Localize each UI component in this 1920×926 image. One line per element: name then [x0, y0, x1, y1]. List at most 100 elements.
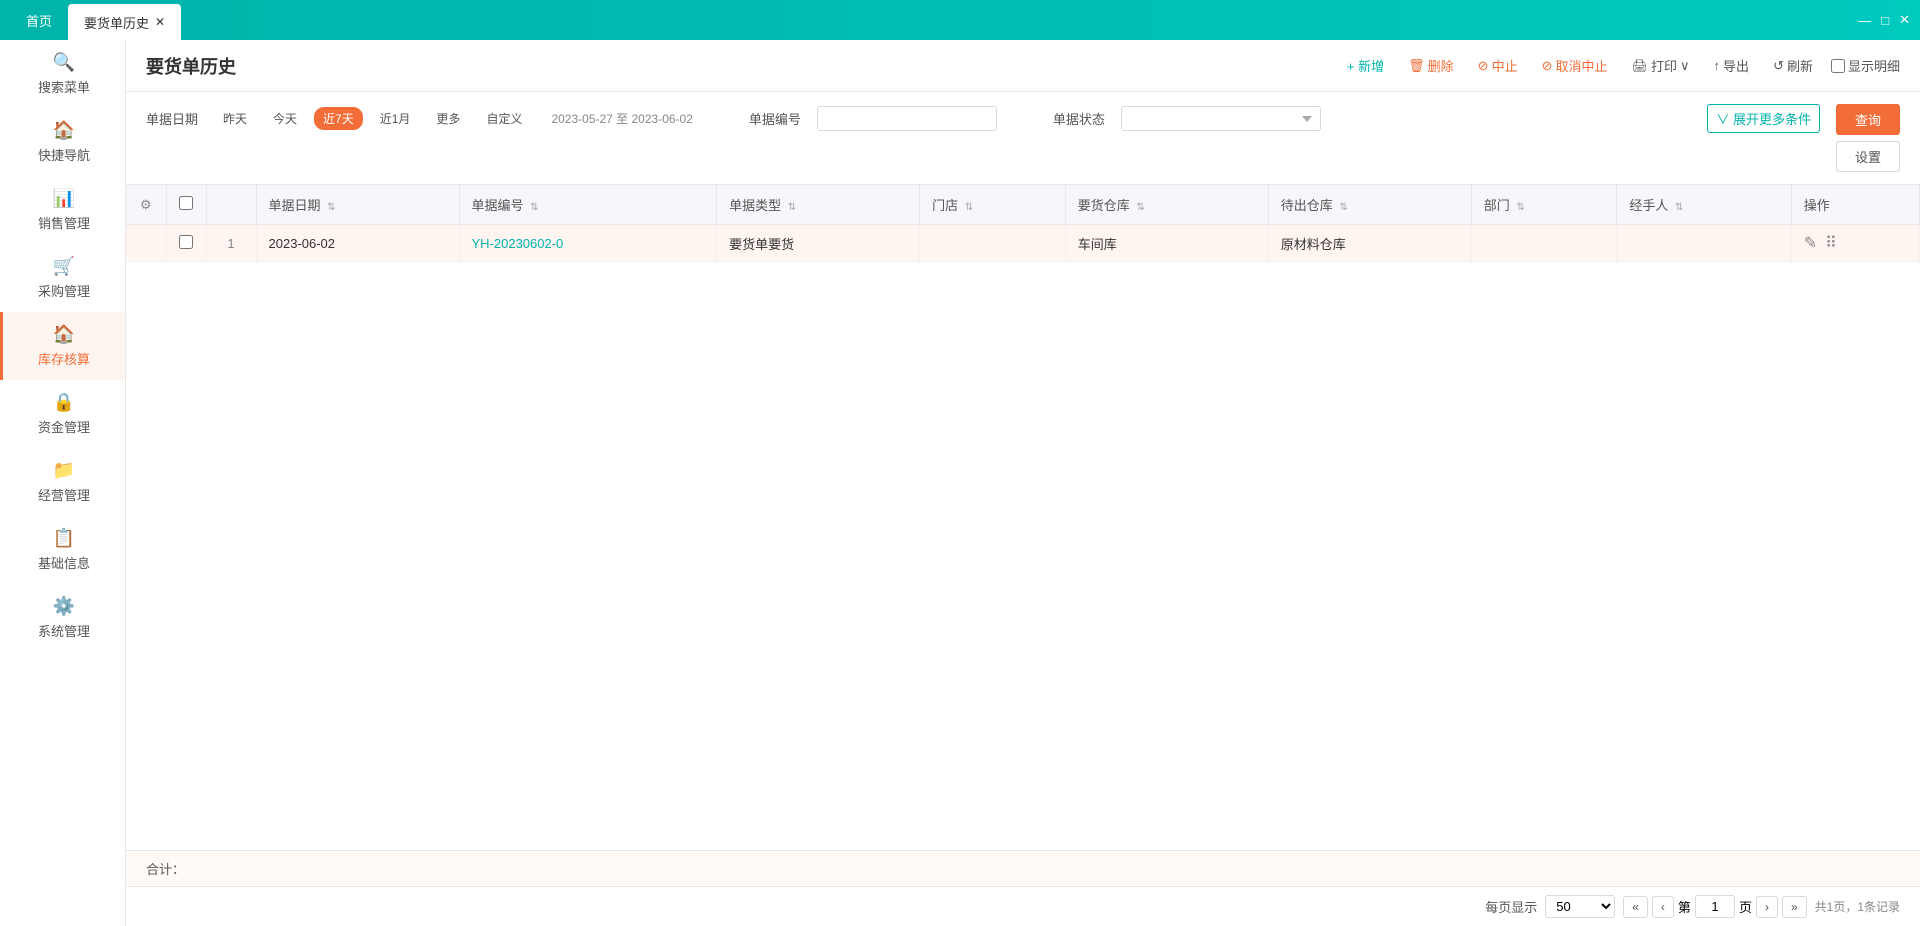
col-store-label: 门店 [932, 198, 958, 213]
col-pending-warehouse[interactable]: 待出仓库 ⇅ [1268, 185, 1471, 225]
row-delete-btn[interactable]: ⠿ [1825, 233, 1837, 253]
sidebar-item-finance[interactable]: 🔒 资金管理 [0, 380, 125, 448]
first-page-btn[interactable]: « [1623, 896, 1648, 918]
query-button[interactable]: 查询 [1836, 104, 1900, 135]
search-menu-icon: 🔍 [53, 52, 75, 73]
col-handler[interactable]: 经手人 ⇅ [1617, 185, 1791, 225]
sidebar-item-system-label: 系统管理 [38, 621, 90, 640]
row-checkbox-cell[interactable] [166, 225, 206, 262]
next-page-btn[interactable]: › [1756, 896, 1778, 918]
column-settings-icon[interactable]: ⚙ [140, 197, 152, 212]
row-bill-type: 要货单要货 [717, 225, 920, 262]
row-handler [1617, 225, 1791, 262]
delete-button-label: 删除 [1428, 56, 1454, 75]
pagination-bar: 每页显示 50 10 20 100 « ‹ 第 页 › » 共1页，1条记录 [126, 886, 1920, 926]
table-container: ⚙ 单据日期 ⇅ 单据编号 ⇅ [126, 185, 1920, 850]
tab-close-icon[interactable]: ✕ [155, 15, 165, 29]
date-btn-last1month[interactable]: 近1月 [371, 107, 420, 130]
sidebar-item-operations[interactable]: 📁 经营管理 [0, 448, 125, 516]
basic-info-icon: 📋 [53, 528, 75, 549]
expand-more-btn[interactable]: ∨ 展开更多条件 [1707, 104, 1820, 133]
col-bill-no-label: 单据编号 [472, 198, 524, 213]
sidebar-item-sales[interactable]: 📊 销售管理 [0, 176, 125, 244]
date-btn-last7days[interactable]: 近7天 [314, 107, 363, 130]
show-detail-toggle[interactable]: 显示明细 [1831, 56, 1900, 75]
total-info: 共1页，1条记录 [1815, 898, 1900, 915]
tab-home[interactable]: 首页 [10, 0, 68, 40]
select-all-checkbox[interactable] [179, 196, 193, 210]
status-select[interactable] [1121, 106, 1321, 131]
tab-requisition-history[interactable]: 要货单历史 ✕ [68, 4, 181, 40]
col-handler-sort-icon: ⇅ [1675, 202, 1683, 213]
sidebar-item-inventory[interactable]: 🏠 库存核算 [0, 312, 125, 380]
row-bill-no-link[interactable]: YH-20230602-0 [472, 236, 564, 251]
tab-bar: 首页 要货单历史 ✕ [10, 0, 1858, 40]
delete-button[interactable]: 🗑 删除 [1402, 52, 1460, 79]
date-filter-buttons: 昨天 今天 近7天 近1月 更多 自定义 [214, 107, 531, 130]
print-dropdown-icon: ∨ [1680, 58, 1690, 74]
bill-no-input[interactable] [817, 106, 997, 131]
window-maximize-btn[interactable]: □ [1881, 13, 1889, 28]
table-row: 1 2023-06-02 YH-20230602-0 要货单要货 车间库 原材料… [126, 225, 1920, 262]
top-bar: 首页 要货单历史 ✕ — □ ✕ [0, 0, 1920, 40]
sidebar-item-inventory-label: 库存核算 [38, 349, 90, 368]
status-filter-label: 单据状态 [1053, 109, 1105, 128]
row-actions-cell: ✎ ⠿ [1791, 225, 1919, 262]
col-bill-no[interactable]: 单据编号 ⇅ [459, 185, 717, 225]
page-title: 要货单历史 [146, 53, 236, 79]
filter-row-date: 单据日期 昨天 今天 近7天 近1月 更多 自定义 2023-05-27 至 2… [146, 104, 1820, 133]
sidebar-item-purchase[interactable]: 🛒 采购管理 [0, 244, 125, 312]
col-num [206, 185, 256, 225]
export-button[interactable]: ↑ 导出 [1708, 52, 1756, 79]
export-icon: ↑ [1714, 58, 1721, 73]
col-store[interactable]: 门店 ⇅ [920, 185, 1066, 225]
settings-button[interactable]: 设置 [1836, 141, 1900, 172]
show-detail-label: 显示明细 [1848, 56, 1900, 75]
page-size-select[interactable]: 50 10 20 100 [1545, 895, 1615, 918]
content-area: 要货单历史 + 新增 🗑 删除 ⊘ 中止 ⊘ 取消中止 🖨 [126, 40, 1920, 926]
date-btn-today[interactable]: 今天 [264, 107, 306, 130]
date-btn-custom[interactable]: 自定义 [477, 107, 531, 130]
col-date-sort-icon: ⇅ [327, 202, 335, 213]
sidebar-item-system[interactable]: ⚙️ 系统管理 [0, 584, 125, 652]
toolbar: + 新增 🗑 删除 ⊘ 中止 ⊘ 取消中止 🖨 打印 ∨ [1341, 52, 1900, 79]
sales-icon: 📊 [53, 188, 75, 209]
refresh-button[interactable]: ↺ 刷新 [1767, 52, 1819, 79]
col-bill-type[interactable]: 单据类型 ⇅ [717, 185, 920, 225]
page-size-label: 每页显示 [1485, 897, 1537, 916]
new-button[interactable]: + 新增 [1341, 52, 1390, 79]
show-detail-checkbox[interactable] [1831, 59, 1845, 73]
sidebar-item-quick-nav[interactable]: 🏠 快捷导航 [0, 108, 125, 176]
last-page-btn[interactable]: » [1782, 896, 1807, 918]
col-req-warehouse[interactable]: 要货仓库 ⇅ [1065, 185, 1268, 225]
cancel-stop-button-label: 取消中止 [1555, 56, 1607, 75]
col-settings[interactable]: ⚙ [126, 185, 166, 225]
tab-home-label: 首页 [26, 11, 52, 30]
date-btn-yesterday[interactable]: 昨天 [214, 107, 256, 130]
col-checkbox[interactable] [166, 185, 206, 225]
prev-page-btn[interactable]: ‹ [1652, 896, 1674, 918]
cancel-stop-button[interactable]: ⊘ 取消中止 [1536, 52, 1614, 79]
col-department-sort-icon: ⇅ [1516, 202, 1524, 213]
table-body: 1 2023-06-02 YH-20230602-0 要货单要货 车间库 原材料… [126, 225, 1920, 262]
sidebar-item-search-menu-label: 搜索菜单 [38, 77, 90, 96]
row-store [920, 225, 1066, 262]
col-date[interactable]: 单据日期 ⇅ [256, 185, 459, 225]
col-department[interactable]: 部门 ⇅ [1471, 185, 1617, 225]
col-store-sort-icon: ⇅ [965, 202, 973, 213]
sidebar-item-basic-info[interactable]: 📋 基础信息 [0, 516, 125, 584]
page-input[interactable] [1695, 895, 1735, 918]
print-button[interactable]: 🖨 打印 ∨ [1626, 52, 1696, 79]
row-edit-btn[interactable]: ✎ [1804, 233, 1817, 253]
window-minimize-btn[interactable]: — [1858, 13, 1871, 28]
row-pending-warehouse: 原材料仓库 [1268, 225, 1471, 262]
sidebar-item-search-menu[interactable]: 🔍 搜索菜单 [0, 40, 125, 108]
date-filter-label: 单据日期 [146, 109, 198, 128]
table-header-row: ⚙ 单据日期 ⇅ 单据编号 ⇅ [126, 185, 1920, 225]
window-close-btn[interactable]: ✕ [1899, 12, 1910, 28]
sidebar-item-basic-info-label: 基础信息 [38, 553, 90, 572]
date-btn-more[interactable]: 更多 [427, 107, 469, 130]
row-settings-cell [126, 225, 166, 262]
stop-button[interactable]: ⊘ 中止 [1472, 52, 1524, 79]
row-checkbox[interactable] [179, 235, 193, 249]
